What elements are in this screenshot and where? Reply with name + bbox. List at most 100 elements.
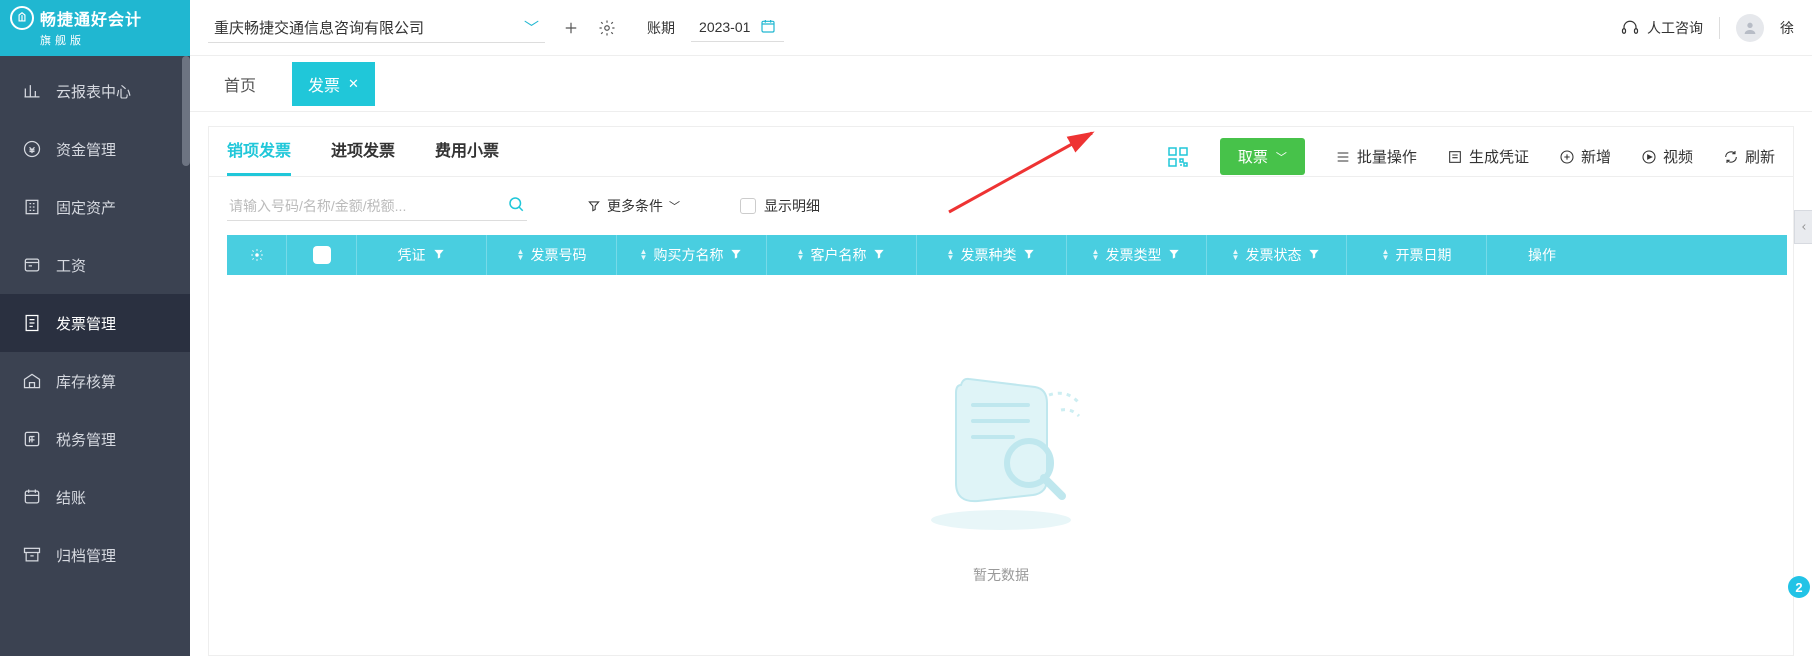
sort-icon[interactable]: ▲▼	[797, 249, 805, 261]
brand-block: 畅捷通好会计 旗舰版	[0, 0, 190, 56]
sidebar-item-7[interactable]: 结账	[0, 468, 190, 526]
page-tab-1[interactable]: 发票✕	[292, 62, 375, 106]
warehouse-icon	[22, 371, 42, 391]
sort-icon[interactable]: ▲▼	[947, 249, 955, 261]
column-header-op: 操作	[1487, 235, 1597, 275]
column-label: 凭证	[398, 245, 426, 265]
filter-icon[interactable]	[729, 247, 743, 264]
support-label: 人工咨询	[1647, 18, 1703, 38]
add-action[interactable]: 新增	[1559, 146, 1611, 167]
help-bubble[interactable]: 2	[1788, 576, 1810, 598]
refresh-label: 刷新	[1745, 146, 1775, 167]
batch-action[interactable]: 批量操作	[1335, 146, 1417, 167]
sidebar-item-label: 发票管理	[56, 313, 116, 334]
filter-icon[interactable]	[1022, 247, 1036, 264]
sidebar-item-label: 税务管理	[56, 429, 116, 450]
column-header-3[interactable]: ▲▼ 客户名称	[767, 235, 917, 275]
gear-icon[interactable]	[597, 18, 617, 38]
sort-icon[interactable]: ▲▼	[517, 249, 525, 261]
sort-icon[interactable]: ▲▼	[1232, 249, 1240, 261]
sidebar-item-0[interactable]: 云报表中心	[0, 62, 190, 120]
video-action[interactable]: 视频	[1641, 146, 1693, 167]
table-body: 暂无数据	[209, 275, 1793, 655]
column-label: 开票日期	[1395, 245, 1451, 265]
more-conditions-label: 更多条件	[607, 196, 663, 216]
more-conditions[interactable]: 更多条件 ﹀	[587, 196, 680, 216]
sidebar-item-label: 归档管理	[56, 545, 116, 566]
chart-icon	[22, 81, 42, 101]
sort-icon[interactable]: ▲▼	[1092, 249, 1100, 261]
panel-collapse-handle[interactable]	[1794, 210, 1812, 244]
column-label: 客户名称	[810, 245, 866, 265]
sidebar-item-label: 固定资产	[56, 197, 116, 218]
filter-icon[interactable]	[872, 247, 886, 264]
sidebar-item-4[interactable]: 发票管理	[0, 294, 190, 352]
add-label: 新增	[1581, 146, 1611, 167]
search-icon[interactable]	[507, 195, 525, 216]
period-selector[interactable]: 2023-01	[691, 14, 784, 42]
archive-icon	[22, 545, 42, 565]
add-icon[interactable]	[561, 18, 581, 38]
column-header-2[interactable]: ▲▼购买方名称	[617, 235, 767, 275]
brand-logo-icon	[10, 6, 34, 30]
calendar-icon	[760, 18, 776, 37]
sidebar-item-2[interactable]: 固定资产	[0, 178, 190, 236]
sort-icon[interactable]: ▲▼	[640, 249, 648, 261]
sidebar-item-3[interactable]: 工资	[0, 236, 190, 294]
payroll-icon	[22, 255, 42, 275]
select-all-header[interactable]	[287, 235, 357, 275]
card: 销项发票进项发票费用小票 取票 ﹀ 批量操作 生成	[208, 126, 1794, 656]
company-selector[interactable]: 重庆畅捷交通信息咨询有限公司 ﹀	[208, 13, 545, 43]
refresh-action[interactable]: 刷新	[1723, 146, 1775, 167]
column-label: 发票状态	[1245, 245, 1301, 265]
subtab-2[interactable]: 费用小票	[435, 137, 499, 176]
subtab-1[interactable]: 进项发票	[331, 137, 395, 176]
column-header-4[interactable]: ▲▼ 发票种类	[917, 235, 1067, 275]
column-header-7[interactable]: ▲▼ 开票日期	[1347, 235, 1487, 275]
filter-icon[interactable]	[1307, 247, 1321, 264]
page-tab-0[interactable]: 首页	[208, 62, 272, 106]
brand-name: 畅捷通好会计	[40, 6, 142, 30]
search-input[interactable]	[229, 198, 507, 214]
sidebar: 畅捷通好会计 旗舰版 云报表中心资金管理固定资产工资发票管理库存核算税务管理结账…	[0, 0, 190, 656]
column-header-0[interactable]: 凭证	[357, 235, 487, 275]
company-name: 重庆畅捷交通信息咨询有限公司	[214, 17, 424, 38]
qr-code-icon[interactable]	[1166, 145, 1190, 169]
filter-icon[interactable]	[1167, 247, 1181, 264]
get-invoice-label: 取票	[1238, 146, 1268, 167]
period-value: 2023-01	[699, 19, 750, 35]
column-label: 发票种类	[960, 245, 1016, 265]
subtabs: 销项发票 进项发票 费用小票	[227, 137, 499, 176]
avatar[interactable]	[1736, 14, 1764, 42]
close-icon[interactable]: ✕	[348, 76, 359, 92]
column-label: 发票号码	[530, 245, 586, 265]
sidebar-item-label: 工资	[56, 255, 86, 276]
column-label: 发票类型	[1105, 245, 1161, 265]
sidebar-item-8[interactable]: 归档管理	[0, 526, 190, 584]
username: 徐	[1780, 18, 1794, 38]
filter-icon[interactable]	[432, 247, 446, 264]
money-icon	[22, 139, 42, 159]
filters: 更多条件 ﹀ 显示明细	[209, 177, 1793, 235]
subtab-0[interactable]: 销项发票	[227, 137, 291, 176]
voucher-action[interactable]: 生成凭证	[1447, 146, 1529, 167]
sidebar-item-6[interactable]: 税务管理	[0, 410, 190, 468]
checkbox-icon	[740, 198, 756, 214]
empty-illustration-icon	[901, 355, 1101, 535]
column-header-1[interactable]: ▲▼ 发票号码	[487, 235, 617, 275]
sidebar-item-5[interactable]: 库存核算	[0, 352, 190, 410]
voucher-label: 生成凭证	[1469, 146, 1529, 167]
sidebar-item-1[interactable]: 资金管理	[0, 120, 190, 178]
sort-icon[interactable]: ▲▼	[1382, 249, 1390, 261]
support-link[interactable]: 人工咨询	[1621, 18, 1703, 38]
search-box	[227, 191, 527, 221]
column-header-5[interactable]: ▲▼ 发票类型	[1067, 235, 1207, 275]
get-invoice-button[interactable]: 取票 ﹀	[1220, 138, 1305, 175]
column-header-6[interactable]: ▲▼ 发票状态	[1207, 235, 1347, 275]
sidebar-scrollbar[interactable]	[182, 56, 190, 166]
brand-edition: 旗舰版	[40, 32, 180, 48]
column-settings-button[interactable]	[227, 235, 287, 275]
page-tabs: 首页发票✕	[190, 56, 1812, 112]
show-detail-checkbox[interactable]: 显示明细	[740, 196, 820, 216]
tax-icon	[22, 429, 42, 449]
